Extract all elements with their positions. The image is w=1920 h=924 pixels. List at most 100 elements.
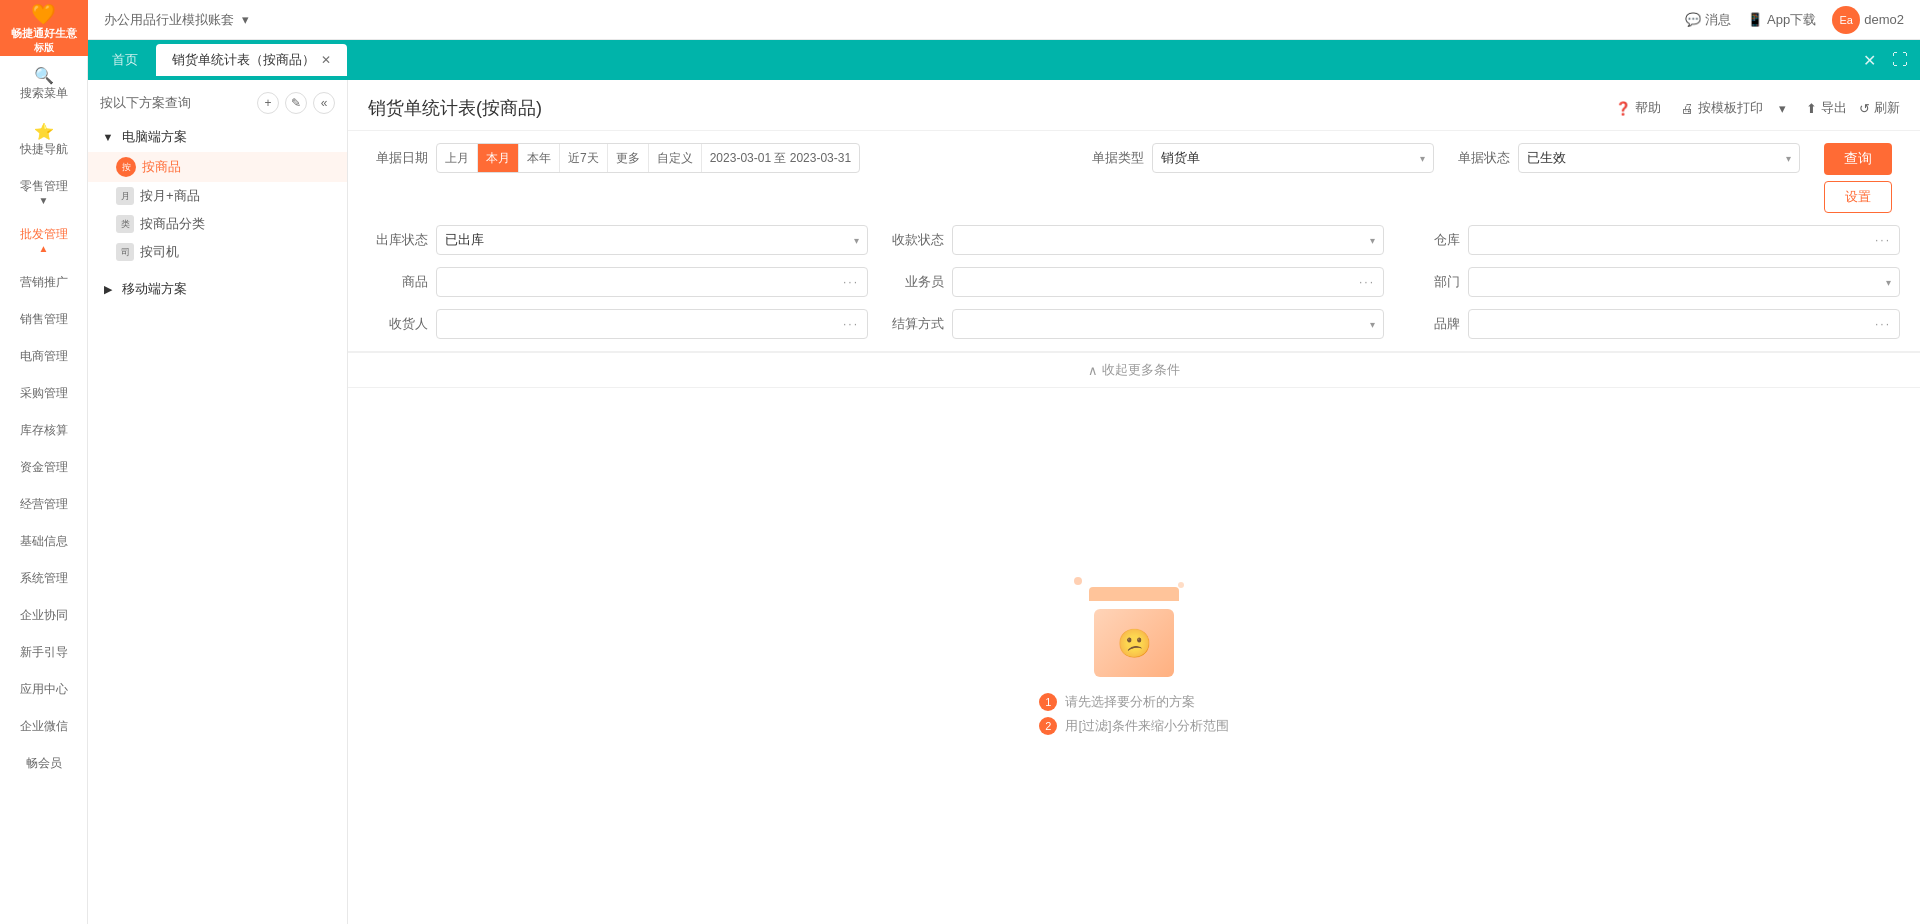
brand-label: 品牌 [1400,315,1460,333]
tree-item-by-product[interactable]: 按 按商品 [88,152,347,182]
sidebar-item-marketing[interactable]: 营销推广 [0,264,87,301]
sidebar-item-basic[interactable]: 基础信息 [0,523,87,560]
out-status-label: 出库状态 [368,231,428,249]
sidebar-item-membership[interactable]: 畅会员 [0,745,87,782]
tree-mobile-schemes[interactable]: ▶ 移动端方案 [88,274,347,304]
empty-state: 😕 1 请先选择要分析的方案 2 用[过滤]条件来缩小分析范围 [348,388,1920,924]
date-last-month-btn[interactable]: 上月 [437,144,478,172]
print-btn[interactable]: 🖨 按模板打印 [1673,99,1771,117]
out-status-arrow-icon: ▾ [854,235,859,246]
tab-close-window-btn[interactable]: ✕ [1859,47,1880,74]
tab-close-icon[interactable]: ✕ [321,53,331,67]
recipient-input[interactable]: ··· [436,309,868,339]
app-download-btn[interactable]: 📱 App下载 [1747,11,1816,29]
sidebar-item-system[interactable]: 系统管理 [0,560,87,597]
settle-select[interactable]: ▾ [952,309,1384,339]
product-label: 商品 [368,273,428,291]
sidebar-item-wholesale[interactable]: 批发管理 ▲ [0,216,87,264]
date-label: 单据日期 [368,149,428,167]
tree-by-driver-label: 按司机 [140,243,179,261]
user-menu[interactable]: Ea demo2 [1832,6,1904,34]
recipient-filter: 收货人 ··· [368,309,868,339]
download-icon: 📱 [1747,12,1763,27]
date-custom-btn[interactable]: 自定义 [649,144,702,172]
tabbar-actions: ✕ ⛶ [1859,47,1912,74]
print-icon: 🖨 [1681,101,1694,116]
sidebar-item-purchase[interactable]: 采购管理 [0,375,87,412]
print-dropdown-btn[interactable]: ▾ [1771,101,1794,116]
date-more-btn[interactable]: 更多 [608,144,649,172]
date-last-7-days-btn[interactable]: 近7天 [560,144,608,172]
date-this-year-btn[interactable]: 本年 [519,144,560,172]
avatar: Ea [1832,6,1860,34]
doc-type-select[interactable]: 销货单 ▾ [1152,143,1434,173]
dept-filter: 部门 ▾ [1400,267,1900,297]
query-button[interactable]: 查询 [1824,143,1892,175]
sidebar-item-management[interactable]: 经营管理 [0,486,87,523]
sidebar-item-wechat[interactable]: 企业微信 [0,708,87,745]
empty-line2: 用[过滤]条件来缩小分析范围 [1065,717,1228,735]
sidebar-item-enterprise[interactable]: 企业协同 [0,597,87,634]
edit-scheme-btn[interactable]: ✎ [285,92,307,114]
sidebar-item-newguide[interactable]: 新手引导 [0,634,87,671]
product-scheme-icon: 按 [116,157,136,177]
sidebar-item-appcenter[interactable]: 应用中心 [0,671,87,708]
out-status-select[interactable]: 已出库 ▾ [436,225,868,255]
doc-type-arrow-icon: ▾ [1420,153,1425,164]
right-panel: 销货单统计表(按商品) ❓ 帮助 🖨 按模板打印 ▾ [348,80,1920,924]
doc-type-label: 单据类型 [1084,149,1144,167]
help-icon: ❓ [1615,101,1631,116]
app-download-label: App下载 [1767,11,1816,29]
collapse-icon: ∧ [1088,363,1098,378]
export-label: 导出 [1821,99,1847,117]
sidebar-item-sales[interactable]: 销售管理 [0,301,87,338]
receive-status-label: 收款状态 [884,231,944,249]
message-btn[interactable]: 💬 消息 [1685,11,1731,29]
dept-select[interactable]: ▾ [1468,267,1900,297]
workspace-selector[interactable]: 办公用品行业模拟账套 ▾ [104,11,249,29]
collapse-label: 收起更多条件 [1102,361,1180,379]
tab-home-label: 首页 [112,51,138,69]
brand-input[interactable]: ··· [1468,309,1900,339]
date-this-month-btn[interactable]: 本月 [478,144,519,172]
empty-illustration: 😕 [1074,577,1194,677]
message-icon: 💬 [1685,12,1701,27]
date-range-display: 2023-03-01 至 2023-03-31 [702,150,859,167]
settings-button[interactable]: 设置 [1824,181,1892,213]
tree-item-by-month-product[interactable]: 月 按月+商品 [88,182,347,210]
doc-status-select[interactable]: 已生效 ▾ [1518,143,1800,173]
sidebar-quicknav-label: 快捷导航 [4,141,83,158]
recipient-label: 收货人 [368,315,428,333]
warehouse-input[interactable]: ··· [1468,225,1900,255]
tree-item-by-category[interactable]: 类 按商品分类 [88,210,347,238]
product-input[interactable]: ··· [436,267,868,297]
topbar: 办公用品行业模拟账套 ▾ 💬 消息 📱 App下载 Ea demo2 [88,0,1920,40]
brand-filter: 品牌 ··· [1400,309,1900,339]
collapse-panel-btn[interactable]: « [313,92,335,114]
sidebar-item-ecommerce[interactable]: 电商管理 [0,338,87,375]
left-panel-title: 按以下方案查询 [100,94,191,112]
refresh-icon: ↺ [1859,101,1870,116]
tab-home[interactable]: 首页 [96,44,154,76]
tab-maximize-btn[interactable]: ⛶ [1888,47,1912,73]
receive-status-select[interactable]: ▾ [952,225,1384,255]
sidebar-search-label: 搜索菜单 [4,85,83,102]
main-area: 办公用品行业模拟账套 ▾ 💬 消息 📱 App下载 Ea demo2 首页 [88,0,1920,924]
tree-mobile-expand-icon: ▶ [100,283,116,296]
help-btn[interactable]: ❓ 帮助 [1615,99,1661,117]
sidebar-item-inventory[interactable]: 库存核算 [0,412,87,449]
sales-input[interactable]: ··· [952,267,1384,297]
collapse-more-btn[interactable]: ∧ 收起更多条件 [348,352,1920,388]
tree-pc-schemes[interactable]: ▼ 电脑端方案 [88,122,347,152]
sidebar-item-search[interactable]: 🔍 搜索菜单 [0,56,87,112]
sidebar-item-retail[interactable]: 零售管理 ▼ [0,168,87,216]
tab-sales-stats-label: 销货单统计表（按商品） [172,51,315,69]
tab-sales-stats[interactable]: 销货单统计表（按商品） ✕ [156,44,347,76]
sidebar-item-quicknav[interactable]: ⭐ 快捷导航 [0,112,87,168]
export-btn[interactable]: ⬆ 导出 [1806,99,1847,117]
tree-item-by-driver[interactable]: 司 按司机 [88,238,347,266]
add-scheme-btn[interactable]: + [257,92,279,114]
query-actions-panel: 查询 设置 [1816,143,1900,213]
sidebar-item-finance[interactable]: 资金管理 [0,449,87,486]
refresh-btn[interactable]: ↺ 刷新 [1859,99,1900,117]
